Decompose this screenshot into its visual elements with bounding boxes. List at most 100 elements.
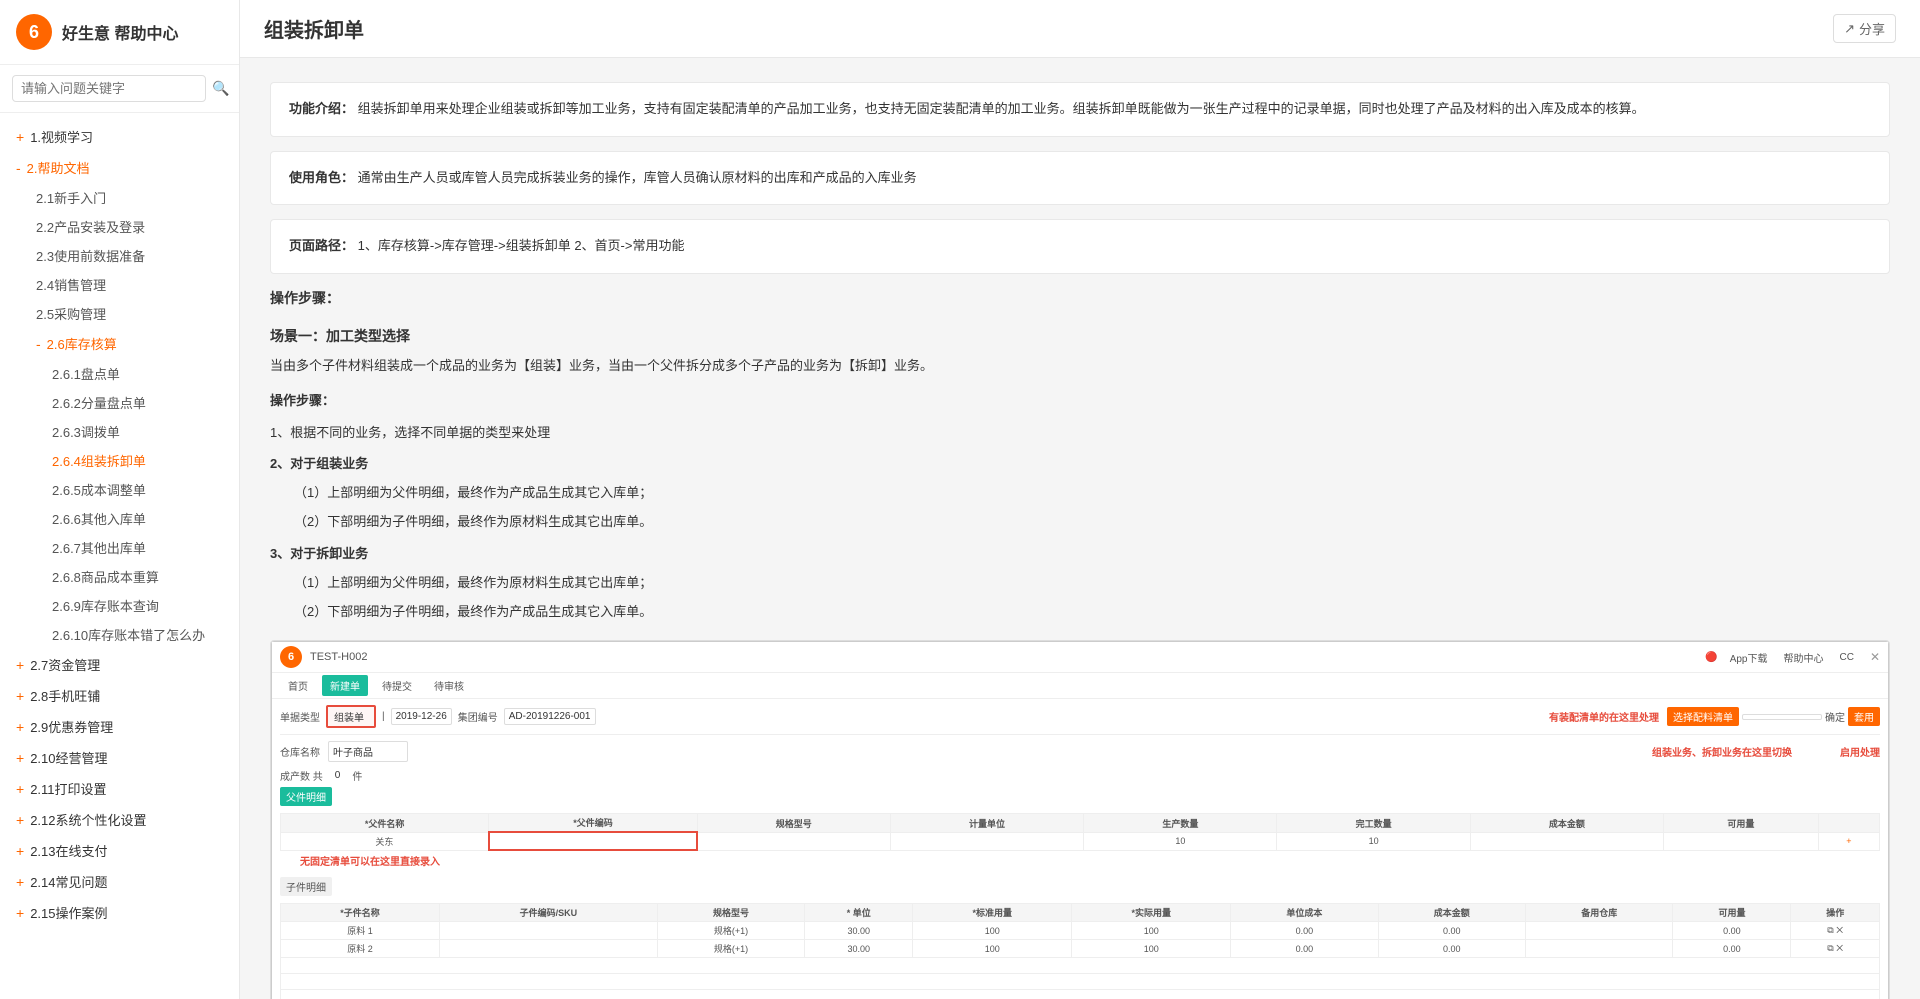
bom-btn-group: 选择配料清单 确定 套用 [1667, 707, 1880, 726]
form-row-count: 成产数 共 0 件 [280, 768, 1880, 783]
td-c-std-qty: 100 [913, 940, 1072, 958]
th-parent-name: *父件名称 [281, 814, 489, 833]
td-c-code [439, 922, 657, 940]
copy-icon[interactable]: ⧉ [1827, 925, 1833, 935]
sidebar: 6 好生意 帮助中心 🔍 + 1.视频学习 - 2.帮助文档 2.1新手入门 2… [0, 0, 240, 999]
delete-icon[interactable]: ✕ [1836, 925, 1843, 935]
app-nav-new[interactable]: 新建单 [322, 675, 368, 696]
date-input[interactable]: 2019-12-26 [391, 708, 452, 725]
apply-btn[interactable]: 套用 [1848, 707, 1880, 726]
app-logo: 6 [280, 646, 302, 668]
app-nav-pending-review[interactable]: 待审核 [426, 675, 472, 696]
app-nav-home[interactable]: 首页 [280, 675, 316, 696]
sidebar-item-other-in[interactable]: 2.6.6其他入库单 [0, 504, 239, 533]
td-available [1664, 832, 1819, 850]
sidebar-section-label: 2.6库存核算 [47, 334, 117, 353]
sidebar-section-label: 1.视频学习 [30, 127, 93, 146]
app-icon-appstore: App下载 [1730, 650, 1768, 665]
sidebar-item-partial-stocktake[interactable]: 2.6.2分量盘点单 [0, 388, 239, 417]
sidebar-item-finance[interactable]: + 2.7资金管理 [0, 649, 239, 680]
sidebar-item-video[interactable]: + 1.视频学习 [0, 121, 239, 152]
app-window: 6 TEST-H002 🔴 App下载 帮助中心 CC ✕ 首页 新建单 待提交 [271, 641, 1889, 999]
sidebar-item-management[interactable]: + 2.10经营管理 [0, 742, 239, 773]
add-row-icon[interactable]: + [1846, 836, 1851, 846]
share-button[interactable]: ↗ 分享 [1833, 14, 1896, 43]
page-title: 组装拆卸单 [264, 14, 364, 43]
td-cost [1470, 832, 1663, 850]
sidebar-item-data-prep[interactable]: 2.3使用前数据准备 [0, 241, 239, 270]
plus-icon: + [16, 843, 24, 859]
no-input[interactable]: AD-20191226-001 [504, 708, 596, 725]
warehouse-label: 仓库名称 [280, 744, 320, 759]
sidebar-item-mobile[interactable]: + 2.8手机旺铺 [0, 680, 239, 711]
app-icon-help: 帮助中心 [1783, 650, 1823, 665]
sidebar-item-cost-recalc[interactable]: 2.6.8商品成本重算 [0, 562, 239, 591]
th-available: 可用量 [1664, 814, 1819, 833]
app-topbar: 6 TEST-H002 🔴 App下载 帮助中心 CC ✕ [272, 642, 1888, 673]
th-c-op: 操作 [1791, 904, 1880, 922]
sidebar-item-stock-error[interactable]: 2.6.10库存账本错了怎么办 [0, 620, 239, 649]
sidebar-item-faq[interactable]: + 2.14常见问题 [0, 866, 239, 897]
sidebar-item-docs[interactable]: - 2.帮助文档 [0, 152, 239, 183]
th-c-actual-qty: *实际用量 [1072, 904, 1231, 922]
sidebar-item-coupon[interactable]: + 2.9优惠券管理 [0, 711, 239, 742]
sidebar-item-new-user[interactable]: 2.1新手入门 [0, 183, 239, 212]
mock-screenshot: 6 TEST-H002 🔴 App下载 帮助中心 CC ✕ 首页 新建单 待提交 [271, 641, 1889, 999]
sidebar-item-cases[interactable]: + 2.15操作案例 [0, 897, 239, 928]
sidebar-item-assembly[interactable]: 2.6.4组装拆卸单 [0, 446, 239, 475]
search-input[interactable] [12, 75, 206, 102]
mock-screenshot-container: 6 TEST-H002 🔴 App下载 帮助中心 CC ✕ 首页 新建单 待提交 [270, 640, 1890, 999]
copy-icon[interactable]: ⧉ [1827, 943, 1833, 953]
td-c-spec: 规格(+1) [657, 940, 804, 958]
plus-icon: + [16, 905, 24, 921]
header: 组装拆卸单 ↗ 分享 [240, 0, 1920, 58]
sidebar-item-purchase[interactable]: 2.5采购管理 [0, 299, 239, 328]
td-c-name: 原料 1 [281, 922, 440, 940]
th-c-spec: 规格型号 [657, 904, 804, 922]
app-content: 单据类型 组装单 | 2019-12-26 集团编号 AD-20191226-0… [272, 699, 1888, 999]
role-label: 使用角色： [289, 170, 354, 185]
sidebar-item-cost-adjust[interactable]: 2.6.5成本调整单 [0, 475, 239, 504]
annotation-free-bom-area: 无固定清单可以在这里直接录入 [280, 853, 1880, 873]
th-unit: 计量单位 [890, 814, 1083, 833]
bom-input[interactable] [1742, 714, 1822, 720]
annotation-enable: 启用处理 [1840, 744, 1880, 759]
td-c-wh [1526, 922, 1673, 940]
td-actions: + [1818, 832, 1879, 850]
bom-select-btn[interactable]: 选择配料清单 [1667, 707, 1739, 726]
sidebar-item-install[interactable]: 2.2产品安装及登录 [0, 212, 239, 241]
search-icon[interactable]: 🔍 [212, 80, 229, 97]
sidebar-item-other-out[interactable]: 2.6.7其他出库单 [0, 533, 239, 562]
th-c-code: 子件编码/SKU [439, 904, 657, 922]
sidebar-section-label: 2.帮助文档 [27, 158, 90, 177]
intro-box: 功能介绍： 组装拆卸单用来处理企业组装或拆卸等加工业务，支持有固定装配清单的产品… [270, 82, 1890, 137]
app-nav-pending-submit[interactable]: 待提交 [374, 675, 420, 696]
warehouse-input[interactable]: 叶子商品 [328, 741, 408, 762]
table-row: 原料 2 规格(+1) 30.00 100 100 0.00 0.00 [281, 940, 1880, 958]
sidebar-item-stock-ledger[interactable]: 2.6.9库存账本查询 [0, 591, 239, 620]
share-label: 分享 [1859, 19, 1885, 38]
td-c-op[interactable]: ⧉ ✕ [1791, 940, 1880, 958]
step3-2-text: （2）下部明细为子件明细，最终作为产成品生成其它入库单。 [294, 600, 1890, 625]
type-input[interactable]: 组装单 [326, 705, 376, 728]
sidebar-section-label: 2.10经营管理 [30, 748, 107, 767]
td-c-cost-total: 0.00 [1378, 940, 1525, 958]
type-label: 单据类型 [280, 709, 320, 724]
logo-area: 6 好生意 帮助中心 [0, 0, 239, 65]
sidebar-item-customization[interactable]: + 2.12系统个性化设置 [0, 804, 239, 835]
sidebar-item-transfer[interactable]: 2.6.3调拨单 [0, 417, 239, 446]
table-row: 关东 10 10 + [281, 832, 1880, 850]
scene1-label: 场景一：加工类型选择 [270, 326, 1890, 346]
sidebar-item-payment[interactable]: + 2.13在线支付 [0, 835, 239, 866]
sidebar-section-label: 2.7资金管理 [30, 655, 100, 674]
sidebar-item-sales[interactable]: 2.4销售管理 [0, 270, 239, 299]
delete-icon[interactable]: ✕ [1836, 943, 1843, 953]
td-c-available: 0.00 [1673, 940, 1791, 958]
sidebar-item-inventory[interactable]: - 2.6库存核算 [0, 328, 239, 359]
td-c-op[interactable]: ⧉ ✕ [1791, 922, 1880, 940]
sidebar-section-label: 2.14常见问题 [30, 872, 107, 891]
sidebar-item-print[interactable]: + 2.11打印设置 [0, 773, 239, 804]
step1-text: 1、根据不同的业务，选择不同单据的类型来处理 [270, 421, 1890, 446]
close-icon[interactable]: ✕ [1870, 650, 1880, 664]
sidebar-item-stocktake[interactable]: 2.6.1盘点单 [0, 359, 239, 388]
